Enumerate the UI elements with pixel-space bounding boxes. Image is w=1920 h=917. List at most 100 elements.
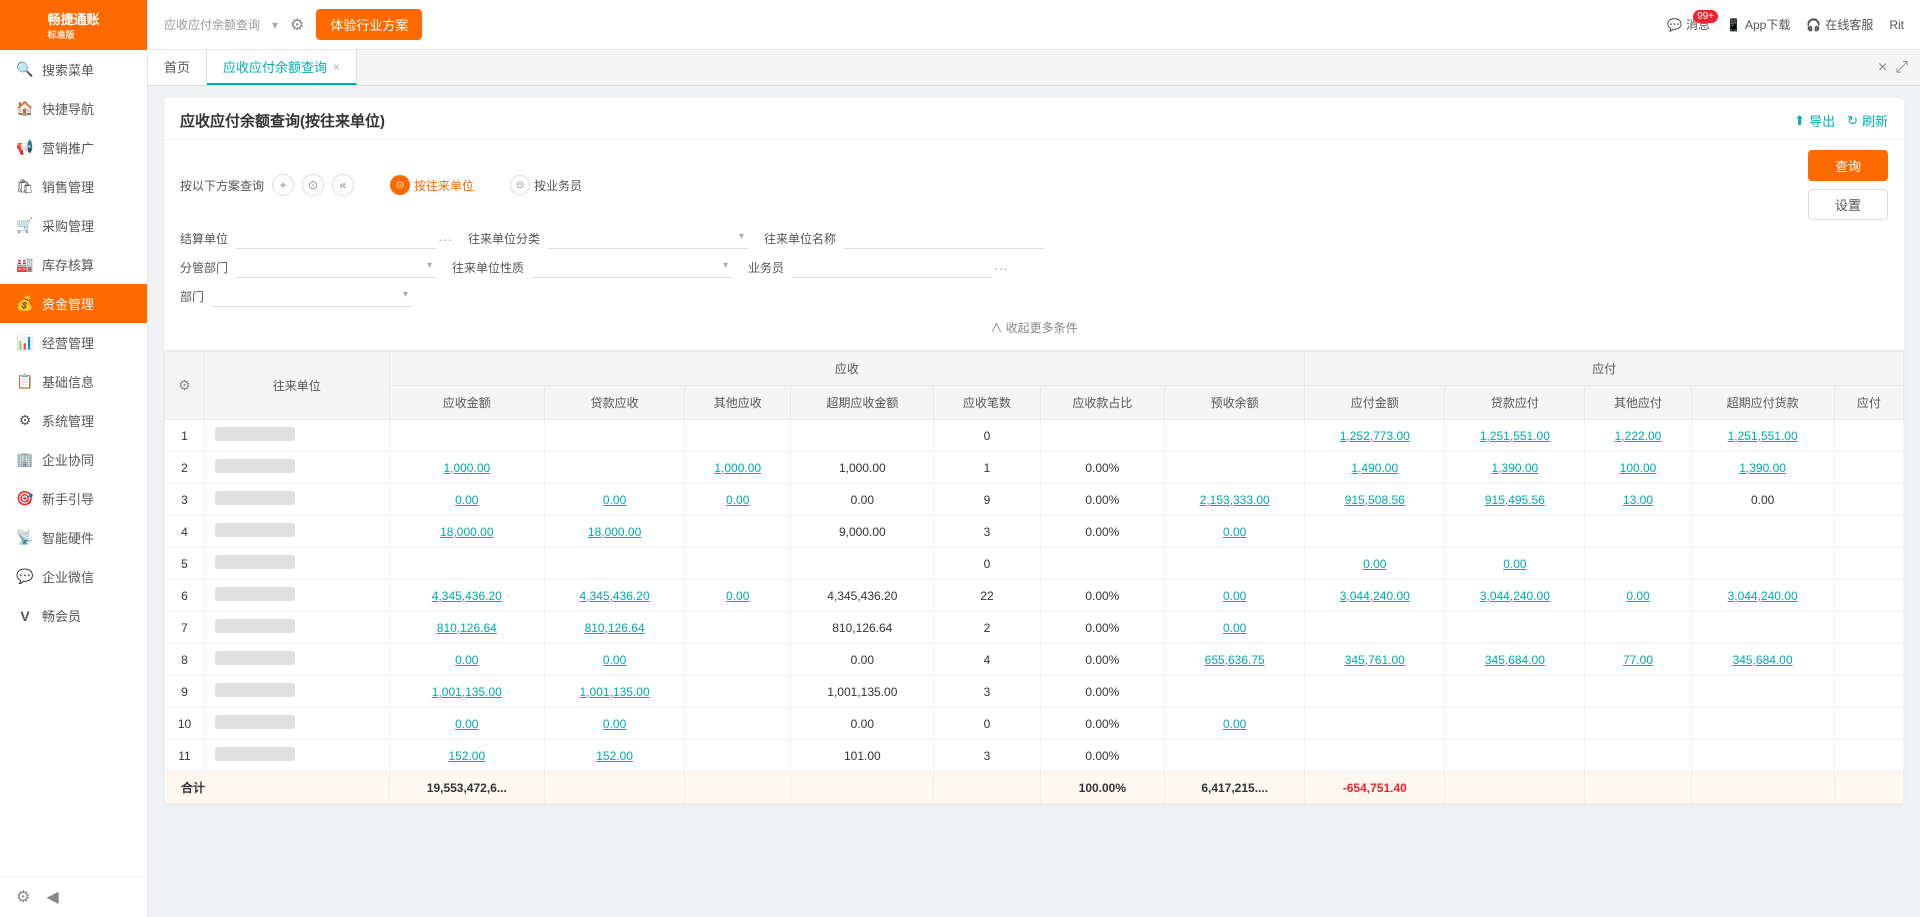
row-ap-other[interactable]: 0.00 xyxy=(1585,580,1691,612)
row-ap-loan[interactable]: 915,495.56 xyxy=(1445,484,1585,516)
settlement-unit-input[interactable] xyxy=(236,228,436,249)
partner-category-select[interactable] xyxy=(548,228,748,249)
header-message[interactable]: 💬 消息 99+ xyxy=(1667,16,1710,33)
table-settings-icon[interactable]: ⚙ xyxy=(178,377,191,393)
row-ap-overdue[interactable]: 1,390.00 xyxy=(1691,452,1834,484)
header-username[interactable]: Rit xyxy=(1889,18,1904,32)
row-ap-amount[interactable]: 915,508.56 xyxy=(1305,484,1445,516)
row-ar-loan[interactable]: 152.00 xyxy=(545,740,685,772)
row-ar-prepay[interactable]: 2,153,333.00 xyxy=(1165,484,1305,516)
row-ar-prepay[interactable]: 655,636.75 xyxy=(1165,644,1305,676)
row-ar-amount[interactable]: 0.00 xyxy=(389,484,544,516)
row-ar-amount[interactable]: 0.00 xyxy=(389,708,544,740)
row-ap-other[interactable]: 1,222.00 xyxy=(1585,420,1691,452)
row-ap-other[interactable]: 77.00 xyxy=(1585,644,1691,676)
export-button[interactable]: ⬆ 导出 xyxy=(1794,111,1835,130)
tab-close-icon[interactable]: × xyxy=(333,60,340,74)
salesman-dots[interactable]: ··· xyxy=(994,260,1008,276)
row-ar-loan[interactable]: 0.00 xyxy=(545,644,685,676)
th-settings[interactable]: ⚙ xyxy=(165,352,205,420)
row-ar-amount[interactable]: 4,345,436.20 xyxy=(389,580,544,612)
partner-nature-select-wrap xyxy=(532,257,732,278)
row-ar-prepay[interactable]: 0.00 xyxy=(1165,708,1305,740)
collapse-button[interactable]: ∧ 收起更多条件 xyxy=(990,319,1077,336)
header-chevron-icon[interactable]: ▾ xyxy=(272,18,278,32)
sidebar-settings-icon[interactable]: ⚙ xyxy=(16,887,30,907)
sidebar-item-quicknav[interactable]: 🏠 快捷导航 xyxy=(0,89,147,128)
tab-active[interactable]: 应收应付余额查询 × xyxy=(207,50,357,85)
sidebar-item-marketing[interactable]: 📢 营销推广 xyxy=(0,128,147,167)
row-ap-loan[interactable]: 345,684.00 xyxy=(1445,644,1585,676)
row-ar-loan[interactable]: 0.00 xyxy=(545,708,685,740)
sidebar-item-corp[interactable]: 🏢 企业协同 xyxy=(0,440,147,479)
sidebar-item-search[interactable]: 🔍 搜索菜单 xyxy=(0,50,147,89)
sidebar-item-sales[interactable]: 🛍 销售管理 xyxy=(0,167,147,206)
sidebar-item-wechat[interactable]: 💬 企业微信 xyxy=(0,557,147,596)
row-ap-overdue[interactable]: 345,684.00 xyxy=(1691,644,1834,676)
row-ap-loan[interactable]: 1,390.00 xyxy=(1445,452,1585,484)
row-ap-loan[interactable]: 3,044,240.00 xyxy=(1445,580,1585,612)
row-ar-prepay[interactable]: 0.00 xyxy=(1165,516,1305,548)
row-ar-amount[interactable]: 18,000.00 xyxy=(389,516,544,548)
sidebar-item-newbie[interactable]: 🎯 新手引导 xyxy=(0,479,147,518)
row-ap-amount[interactable]: 1,490.00 xyxy=(1305,452,1445,484)
scheme-collapse-btn[interactable]: « xyxy=(332,174,354,196)
row-ap-amount[interactable]: 3,044,240.00 xyxy=(1305,580,1445,612)
settlement-unit-dots[interactable]: ··· xyxy=(438,231,452,247)
sidebar-collapse-icon[interactable]: ◀ xyxy=(46,887,58,907)
row-ar-other[interactable]: 0.00 xyxy=(685,580,791,612)
scheme-add-btn[interactable]: + xyxy=(272,174,294,196)
partner-name-input[interactable] xyxy=(844,228,1044,249)
row-ar-amount[interactable]: 0.00 xyxy=(389,644,544,676)
sidebar-item-finance[interactable]: 💰 资金管理 xyxy=(0,284,147,323)
header-app-download[interactable]: 📱 App下载 xyxy=(1726,16,1790,33)
header-gear-icon[interactable]: ⚙ xyxy=(290,15,304,35)
row-ap-other[interactable]: 100.00 xyxy=(1585,452,1691,484)
window-close-icon[interactable]: × xyxy=(1878,59,1887,77)
row-ar-other[interactable]: 1,000.00 xyxy=(685,452,791,484)
row-ap-amount[interactable]: 1,252,773.00 xyxy=(1305,420,1445,452)
sidebar-item-system[interactable]: ⚙ 系统管理 xyxy=(0,401,147,440)
row-ar-prepay[interactable]: 0.00 xyxy=(1165,612,1305,644)
department-select[interactable] xyxy=(212,286,412,307)
row-ar-amount[interactable]: 1,001,135.00 xyxy=(389,676,544,708)
header-online-service[interactable]: 🎧 在线客服 xyxy=(1806,16,1873,33)
refresh-button[interactable]: ↻ 刷新 xyxy=(1847,111,1888,130)
sidebar-item-operation[interactable]: 📊 经营管理 xyxy=(0,323,147,362)
sidebar-item-member[interactable]: V 畅会员 xyxy=(0,596,147,635)
row-ar-other[interactable]: 0.00 xyxy=(685,484,791,516)
settings-button[interactable]: 设置 xyxy=(1808,189,1888,220)
sidebar-item-purchase[interactable]: 🛒 采购管理 xyxy=(0,206,147,245)
row-ap-loan[interactable]: 1,251,551.00 xyxy=(1445,420,1585,452)
sidebar-item-base[interactable]: 📋 基础信息 xyxy=(0,362,147,401)
row-ar-loan[interactable]: 0.00 xyxy=(545,484,685,516)
row-ap-loan[interactable]: 0.00 xyxy=(1445,548,1585,580)
window-expand-icon[interactable]: ⤢ xyxy=(1895,59,1908,77)
row-ap-overdue[interactable]: 3,044,240.00 xyxy=(1691,580,1834,612)
row-ar-loan[interactable]: 4,345,436.20 xyxy=(545,580,685,612)
row-ar-amount[interactable]: 1,000.00 xyxy=(389,452,544,484)
solution-button[interactable]: 体验行业方案 xyxy=(316,9,422,40)
sidebar-item-inventory[interactable]: 🏭 库存核算 xyxy=(0,245,147,284)
dept-select[interactable] xyxy=(236,257,436,278)
sidebar-item-hardware[interactable]: 📡 智能硬件 xyxy=(0,518,147,557)
salesman-input[interactable] xyxy=(792,257,992,278)
tab-home[interactable]: 首页 xyxy=(148,50,207,85)
scheme-by-partner[interactable]: ⊙ 按往来单位 xyxy=(390,175,474,195)
row-ar-loan[interactable]: 810,126.64 xyxy=(545,612,685,644)
row-ap-amount[interactable]: 345,761.00 xyxy=(1305,644,1445,676)
scheme-partner-label: 按往来单位 xyxy=(414,177,474,194)
row-ar-loan[interactable]: 18,000.00 xyxy=(545,516,685,548)
scheme-by-salesman[interactable]: ⊙ 按业务员 xyxy=(510,175,582,195)
row-ap-overdue[interactable]: 1,251,551.00 xyxy=(1691,420,1834,452)
row-ar-amount[interactable]: 152.00 xyxy=(389,740,544,772)
row-no: 8 xyxy=(165,644,205,676)
row-ar-loan[interactable]: 1,001,135.00 xyxy=(545,676,685,708)
scheme-edit-btn[interactable]: ⊙ xyxy=(302,174,324,196)
partner-nature-select[interactable] xyxy=(532,257,732,278)
row-ap-other[interactable]: 13.00 xyxy=(1585,484,1691,516)
query-button[interactable]: 查询 xyxy=(1808,150,1888,181)
row-ap-amount[interactable]: 0.00 xyxy=(1305,548,1445,580)
row-ar-prepay[interactable]: 0.00 xyxy=(1165,580,1305,612)
row-ar-amount[interactable]: 810,126.64 xyxy=(389,612,544,644)
